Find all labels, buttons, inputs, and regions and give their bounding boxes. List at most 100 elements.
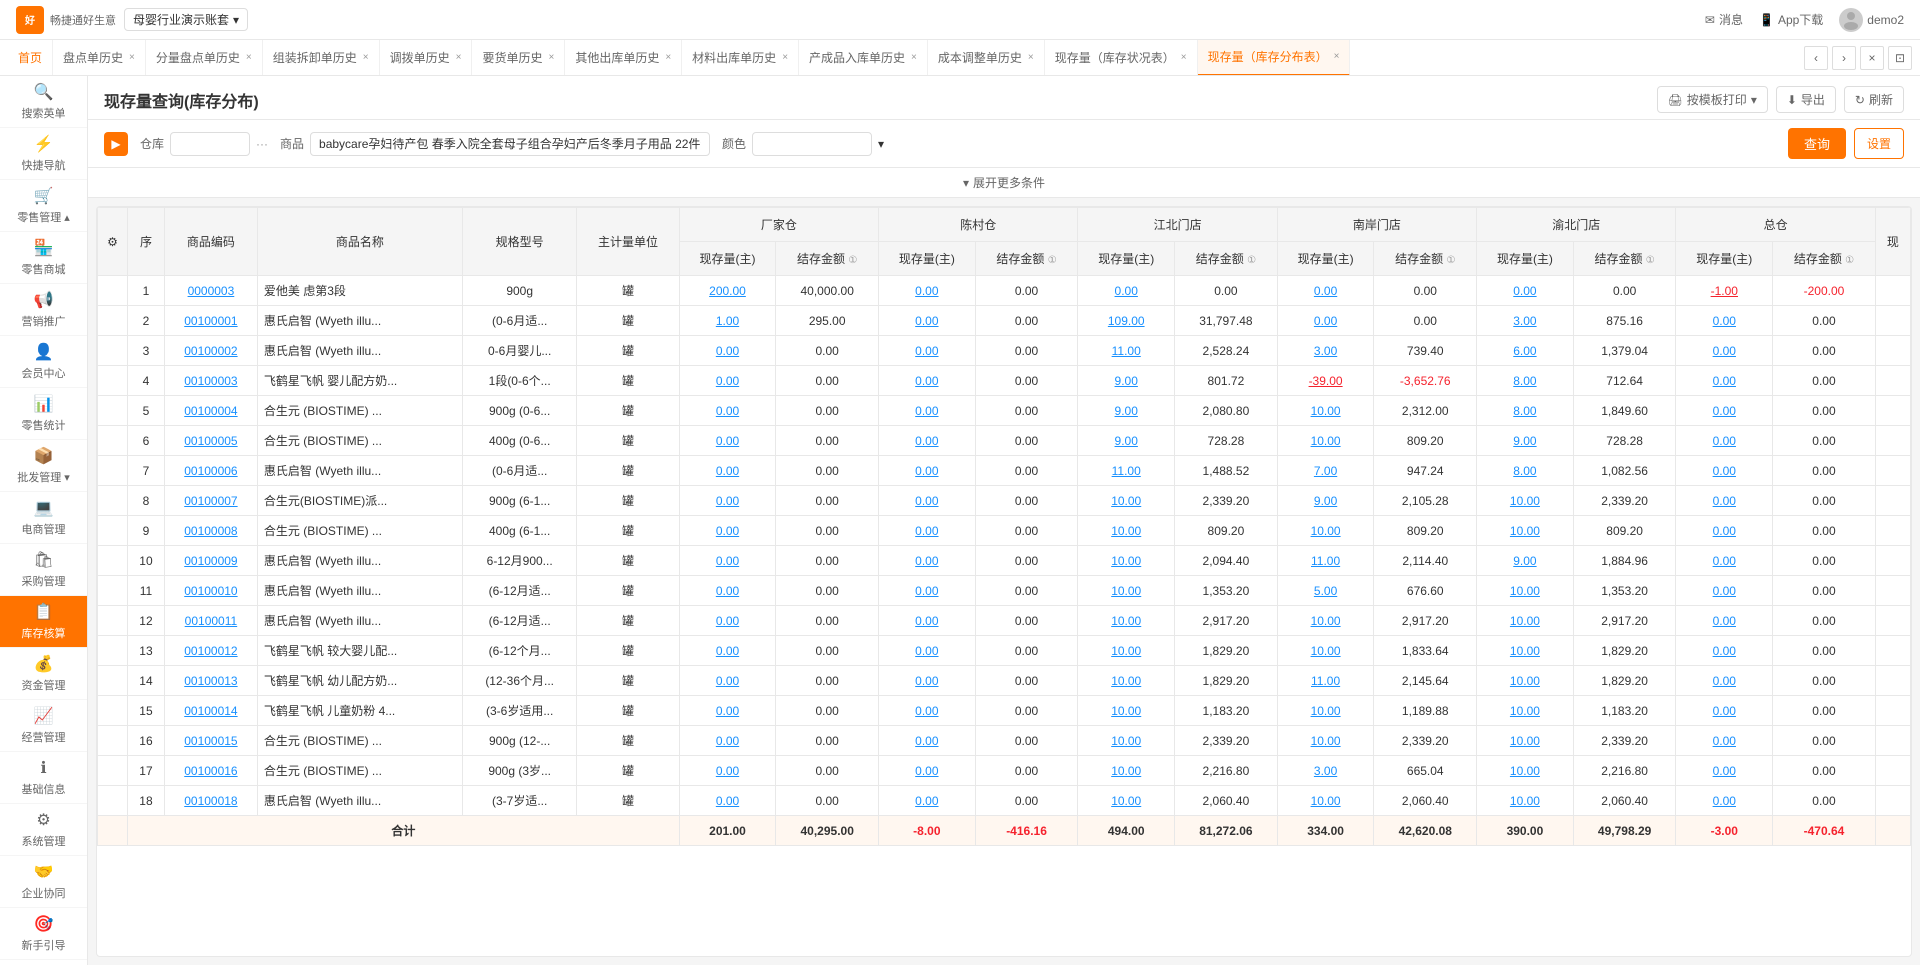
cell-cc-qty[interactable]: 0.00	[879, 576, 976, 606]
cell-cc-qty[interactable]: 0.00	[879, 666, 976, 696]
cell-yb-qty[interactable]: 8.00	[1477, 366, 1574, 396]
cell-ck-qty[interactable]: 0.00	[679, 336, 776, 366]
cell-ck-qty[interactable]: 0.00	[679, 456, 776, 486]
cell-na-qty[interactable]: 0.00	[1277, 276, 1374, 306]
cell-yb-qty[interactable]: 0.00	[1477, 276, 1574, 306]
cell-ck-qty[interactable]: 0.00	[679, 606, 776, 636]
cell-yb-qty[interactable]: 10.00	[1477, 786, 1574, 816]
cell-jb-qty[interactable]: 11.00	[1078, 456, 1175, 486]
sidebar-item-basic[interactable]: ℹ 基础信息	[0, 752, 87, 804]
cell-total-qty[interactable]: -1.00	[1676, 276, 1773, 306]
cell-na-qty[interactable]: 11.00	[1277, 666, 1374, 696]
cell-yb-qty[interactable]: 10.00	[1477, 576, 1574, 606]
cell-ck-qty[interactable]: 0.00	[679, 396, 776, 426]
warehouse-input[interactable]	[170, 132, 250, 156]
cell-ck-qty[interactable]: 0.00	[679, 426, 776, 456]
cell-na-qty[interactable]: 3.00	[1277, 336, 1374, 366]
col-gear[interactable]: ⚙	[98, 208, 128, 276]
cell-total-qty[interactable]: 0.00	[1676, 366, 1773, 396]
cell-total-qty[interactable]: 0.00	[1676, 696, 1773, 726]
cell-jb-qty[interactable]: 9.00	[1078, 426, 1175, 456]
cell-total-qty[interactable]: 0.00	[1676, 456, 1773, 486]
cell-ck-qty[interactable]: 0.00	[679, 636, 776, 666]
tab-zuzhuang[interactable]: 组装拆卸单历史 ×	[263, 40, 380, 76]
sidebar-item-operations[interactable]: 📈 经营管理	[0, 700, 87, 752]
cell-na-qty[interactable]: -39.00	[1277, 366, 1374, 396]
cell-na-qty[interactable]: 7.00	[1277, 456, 1374, 486]
cell-cc-qty[interactable]: 0.00	[879, 486, 976, 516]
cell-jb-qty[interactable]: 11.00	[1078, 336, 1175, 366]
cell-jb-qty[interactable]: 0.00	[1078, 276, 1175, 306]
cell-total-qty[interactable]: 0.00	[1676, 546, 1773, 576]
tab-expand-btn[interactable]: ⊡	[1888, 46, 1912, 70]
cell-code[interactable]: 00100011	[164, 606, 257, 636]
cell-yb-qty[interactable]: 10.00	[1477, 696, 1574, 726]
cell-code[interactable]: 00100007	[164, 486, 257, 516]
close-icon[interactable]: ×	[1334, 51, 1340, 62]
sidebar-item-ecommerce[interactable]: 💻 电商管理	[0, 492, 87, 544]
cell-code[interactable]: 00100004	[164, 396, 257, 426]
tab-fenliang[interactable]: 分量盘点单历史 ×	[146, 40, 263, 76]
cell-ck-qty[interactable]: 0.00	[679, 726, 776, 756]
tab-pandian[interactable]: 盘点单历史 ×	[53, 40, 146, 76]
cell-yb-qty[interactable]: 10.00	[1477, 606, 1574, 636]
cell-jb-qty[interactable]: 10.00	[1078, 636, 1175, 666]
cell-code[interactable]: 00100016	[164, 756, 257, 786]
cell-na-qty[interactable]: 11.00	[1277, 546, 1374, 576]
export-btn[interactable]: ⬇ 导出	[1776, 86, 1836, 113]
cell-jb-qty[interactable]: 10.00	[1078, 486, 1175, 516]
close-icon[interactable]: ×	[548, 52, 554, 63]
cell-jb-qty[interactable]: 10.00	[1078, 696, 1175, 726]
cell-yb-qty[interactable]: 8.00	[1477, 456, 1574, 486]
cell-jb-qty[interactable]: 10.00	[1078, 606, 1175, 636]
cell-na-qty[interactable]: 10.00	[1277, 426, 1374, 456]
cell-ck-qty[interactable]: 0.00	[679, 516, 776, 546]
cell-jb-qty[interactable]: 10.00	[1078, 786, 1175, 816]
cell-code[interactable]: 00100006	[164, 456, 257, 486]
tab-yaohuo[interactable]: 要货单历史 ×	[472, 40, 565, 76]
cell-ck-qty[interactable]: 0.00	[679, 576, 776, 606]
close-icon[interactable]: ×	[1028, 52, 1034, 63]
cell-code[interactable]: 00100001	[164, 306, 257, 336]
cell-total-qty[interactable]: 0.00	[1676, 486, 1773, 516]
cell-cc-qty[interactable]: 0.00	[879, 366, 976, 396]
cell-cc-qty[interactable]: 0.00	[879, 426, 976, 456]
cell-code[interactable]: 00100008	[164, 516, 257, 546]
cell-code[interactable]: 00100012	[164, 636, 257, 666]
close-icon[interactable]: ×	[246, 52, 252, 63]
store-selector[interactable]: 母婴行业演示账套 ▾	[124, 8, 248, 31]
cell-jb-qty[interactable]: 9.00	[1078, 396, 1175, 426]
cell-total-qty[interactable]: 0.00	[1676, 576, 1773, 606]
cell-yb-qty[interactable]: 10.00	[1477, 636, 1574, 666]
cell-yb-qty[interactable]: 10.00	[1477, 726, 1574, 756]
cell-jb-qty[interactable]: 109.00	[1078, 306, 1175, 336]
user-area[interactable]: demo2	[1839, 8, 1904, 32]
cell-total-qty[interactable]: 0.00	[1676, 666, 1773, 696]
filter-toggle-btn[interactable]: ▶	[104, 132, 128, 156]
cell-na-qty[interactable]: 10.00	[1277, 636, 1374, 666]
cell-code[interactable]: 00100014	[164, 696, 257, 726]
tab-chengben[interactable]: 成本调整单历史 ×	[928, 40, 1045, 76]
cell-jb-qty[interactable]: 10.00	[1078, 666, 1175, 696]
cell-cc-qty[interactable]: 0.00	[879, 546, 976, 576]
sidebar-item-mall[interactable]: 🏪 零售商城	[0, 232, 87, 284]
cell-na-qty[interactable]: 10.00	[1277, 726, 1374, 756]
sidebar-item-system[interactable]: ⚙ 系统管理	[0, 804, 87, 856]
cell-ck-qty[interactable]: 1.00	[679, 306, 776, 336]
cell-na-qty[interactable]: 10.00	[1277, 786, 1374, 816]
cell-jb-qty[interactable]: 10.00	[1078, 756, 1175, 786]
cell-code[interactable]: 00100002	[164, 336, 257, 366]
cell-cc-qty[interactable]: 0.00	[879, 636, 976, 666]
cell-yb-qty[interactable]: 10.00	[1477, 756, 1574, 786]
app-download-btn[interactable]: 📱 App下载	[1759, 11, 1823, 28]
cell-cc-qty[interactable]: 0.00	[879, 696, 976, 726]
cell-cc-qty[interactable]: 0.00	[879, 336, 976, 366]
close-icon[interactable]: ×	[363, 52, 369, 63]
cell-code[interactable]: 00100015	[164, 726, 257, 756]
message-btn[interactable]: ✉ 消息	[1705, 11, 1743, 28]
cell-yb-qty[interactable]: 6.00	[1477, 336, 1574, 366]
cell-na-qty[interactable]: 10.00	[1277, 396, 1374, 426]
cell-cc-qty[interactable]: 0.00	[879, 756, 976, 786]
cell-code[interactable]: 00100018	[164, 786, 257, 816]
tab-xiancun-kuang[interactable]: 现存量（库存状况表） ×	[1045, 40, 1198, 76]
